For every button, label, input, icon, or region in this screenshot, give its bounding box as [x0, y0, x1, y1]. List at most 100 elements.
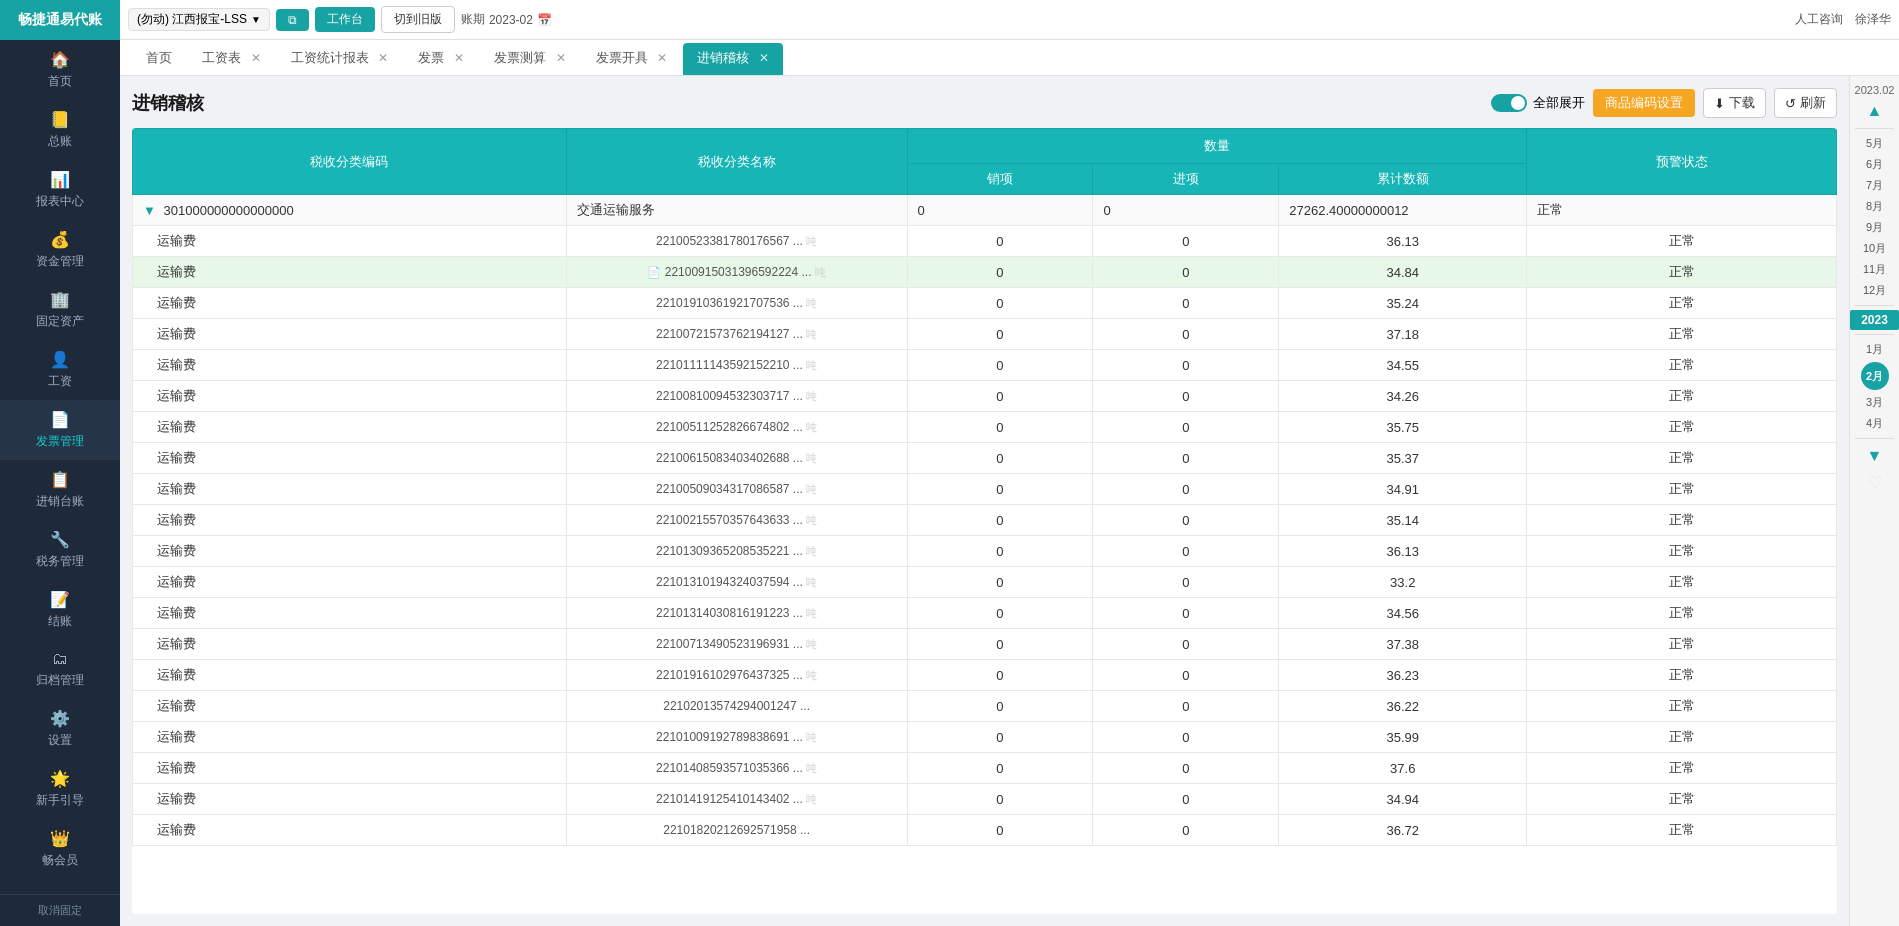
cell-cumulative: 34.84: [1279, 257, 1527, 288]
calendar-month-9[interactable]: 9月: [1850, 217, 1899, 238]
sidebar-item-finance[interactable]: 💰 资金管理: [0, 220, 120, 280]
workbench-button[interactable]: 工作台: [315, 7, 375, 32]
cell-indent: 运输费: [133, 660, 567, 691]
cell-indent: 运输费: [133, 350, 567, 381]
tag-icon: 吨: [806, 669, 817, 681]
cell-indent: 运输费: [133, 567, 567, 598]
cell-purchase: 0: [1093, 474, 1279, 505]
calendar-active-month[interactable]: 2月: [1861, 362, 1889, 390]
calendar-separator-3: [1855, 334, 1894, 335]
sidebar-item-tax[interactable]: 🔧 税务管理: [0, 520, 120, 580]
settings-icon: ⚙️: [50, 709, 70, 728]
tab-close-icon[interactable]: ✕: [657, 51, 667, 65]
tab-salary-table[interactable]: 工资表 ✕: [188, 43, 275, 75]
sidebar-pin-toggle[interactable]: 取消固定: [0, 894, 120, 926]
calendar-down-arrow[interactable]: ▼: [1863, 443, 1887, 469]
tab-close-icon[interactable]: ✕: [454, 51, 464, 65]
tab-invoice-calc[interactable]: 发票测算 ✕: [480, 43, 580, 75]
page-actions: 全部展开 商品编码设置 ⬇ 下载 ↺ 刷新: [1491, 88, 1837, 118]
switch-old-button[interactable]: 切到旧版: [381, 6, 455, 33]
cell-cumulative: 35.75: [1279, 412, 1527, 443]
cell-cumulative: 36.13: [1279, 226, 1527, 257]
sidebar-item-sales-ledger[interactable]: 📋 进销台账: [0, 460, 120, 520]
cell-status: 正常: [1527, 536, 1837, 567]
cell-cumulative: 36.22: [1279, 691, 1527, 722]
support-label[interactable]: 人工咨询: [1795, 11, 1843, 28]
cell-sales: 0: [907, 381, 1093, 412]
sidebar-item-assets[interactable]: 🏢 固定资产: [0, 280, 120, 340]
sidebar-item-guide[interactable]: 🌟 新手引导: [0, 759, 120, 819]
cell-tax-code: 22101916102976437325 ... 吨: [566, 660, 907, 691]
tab-close-icon[interactable]: ✕: [251, 51, 261, 65]
cell-sales: 0: [907, 567, 1093, 598]
calendar-month-7[interactable]: 7月: [1850, 175, 1899, 196]
tab-close-icon[interactable]: ✕: [378, 51, 388, 65]
copy-button[interactable]: ⧉: [276, 9, 309, 31]
cell-purchase: 0: [1093, 257, 1279, 288]
cell-status: 正常: [1527, 288, 1837, 319]
cell-status: 正常: [1527, 505, 1837, 536]
calendar-month-5[interactable]: 5月: [1850, 133, 1899, 154]
col-quantity-group-header: 数量: [907, 129, 1527, 164]
tag-icon: 吨: [806, 328, 817, 340]
sidebar-item-invoice[interactable]: 📄 发票管理: [0, 400, 120, 460]
cell-purchase: 0: [1093, 598, 1279, 629]
tab-invoice[interactable]: 发票 ✕: [404, 43, 478, 75]
tab-close-icon[interactable]: ✕: [556, 51, 566, 65]
calendar-month-8[interactable]: 8月: [1850, 196, 1899, 217]
expand-icon[interactable]: ▼: [143, 203, 156, 218]
toggle-switch[interactable]: [1491, 94, 1527, 112]
cell-cumulative: 35.37: [1279, 443, 1527, 474]
company-selector[interactable]: (勿动) 江西报宝-LSS ▼: [128, 8, 270, 31]
calendar-month-6[interactable]: 6月: [1850, 154, 1899, 175]
sidebar-item-archive[interactable]: 🗂 归档管理: [0, 640, 120, 699]
table-row: ▼ 301000000000000000 交通运输服务 0 0 27262.40…: [133, 195, 1837, 226]
tab-invoice-issue[interactable]: 发票开具 ✕: [582, 43, 682, 75]
topbar: (勿动) 江西报宝-LSS ▼ ⧉ 工作台 切到旧版 账期 2023-02 📅 …: [120, 0, 1899, 40]
refresh-button[interactable]: ↺ 刷新: [1774, 88, 1837, 118]
sidebar-item-home[interactable]: 🏠 首页: [0, 40, 120, 100]
sidebar-item-close[interactable]: 📝 结账: [0, 580, 120, 640]
guide-icon: 🌟: [50, 769, 70, 788]
table-row: 运输费 22100721573762194127 ... 吨 0 0 37.18…: [133, 319, 1837, 350]
tag-icon: 吨: [806, 514, 817, 526]
tab-close-active-icon[interactable]: ✕: [759, 51, 769, 65]
calendar-active-year[interactable]: 2023: [1850, 310, 1899, 330]
page-title: 进销稽核: [132, 91, 204, 115]
calendar-up-arrow[interactable]: ▲: [1863, 98, 1887, 124]
calendar-sidebar: 2023.02 ▲ 5月 6月 7月 8月 9月 10月 11月 12月 202…: [1849, 76, 1899, 926]
finance-icon: 💰: [50, 230, 70, 249]
tax-icon: 🔧: [50, 530, 70, 549]
cell-sales: 0: [907, 474, 1093, 505]
sidebar-item-ledger[interactable]: 📒 总账: [0, 100, 120, 160]
cell-tax-code: 22100721573762194127 ... 吨: [566, 319, 907, 350]
sidebar-item-salary[interactable]: 👤 工资: [0, 340, 120, 400]
tab-salary-report[interactable]: 工资统计报表 ✕: [277, 43, 403, 75]
cell-purchase: 0: [1093, 691, 1279, 722]
sidebar-item-reports[interactable]: 📊 报表中心: [0, 160, 120, 220]
member-icon: 👑: [50, 829, 70, 848]
cell-purchase: 0: [1093, 536, 1279, 567]
user-name[interactable]: 徐泽华: [1855, 11, 1891, 28]
tab-home[interactable]: 首页: [132, 43, 186, 75]
table-row: 运输费 22100215570357643633 ... 吨 0 0 35.14…: [133, 505, 1837, 536]
cell-sales: 0: [907, 815, 1093, 846]
cell-sales: 0: [907, 753, 1093, 784]
calendar-month-10[interactable]: 10月: [1850, 238, 1899, 259]
calendar-month-11[interactable]: 11月: [1850, 259, 1899, 280]
download-button[interactable]: ⬇ 下载: [1703, 88, 1766, 118]
tab-sales-audit[interactable]: 进销稽核 ✕: [683, 43, 783, 75]
cell-purchase: 0: [1093, 722, 1279, 753]
calendar-month-1[interactable]: 1月: [1850, 339, 1899, 360]
product-settings-button[interactable]: 商品编码设置: [1593, 89, 1695, 117]
cell-tax-code: 22101111143592152210 ... 吨: [566, 350, 907, 381]
calendar-month-4[interactable]: 4月: [1850, 413, 1899, 434]
cell-purchase: 0: [1093, 350, 1279, 381]
calendar-month-12[interactable]: 12月: [1850, 280, 1899, 301]
sidebar-item-settings[interactable]: ⚙️ 设置: [0, 699, 120, 759]
sidebar-item-member[interactable]: 👑 畅会员: [0, 819, 120, 879]
cell-status: 正常: [1527, 319, 1837, 350]
expand-all-toggle[interactable]: 全部展开: [1491, 94, 1585, 112]
calendar-month-3[interactable]: 3月: [1850, 392, 1899, 413]
tag-icon: 吨: [806, 576, 817, 588]
